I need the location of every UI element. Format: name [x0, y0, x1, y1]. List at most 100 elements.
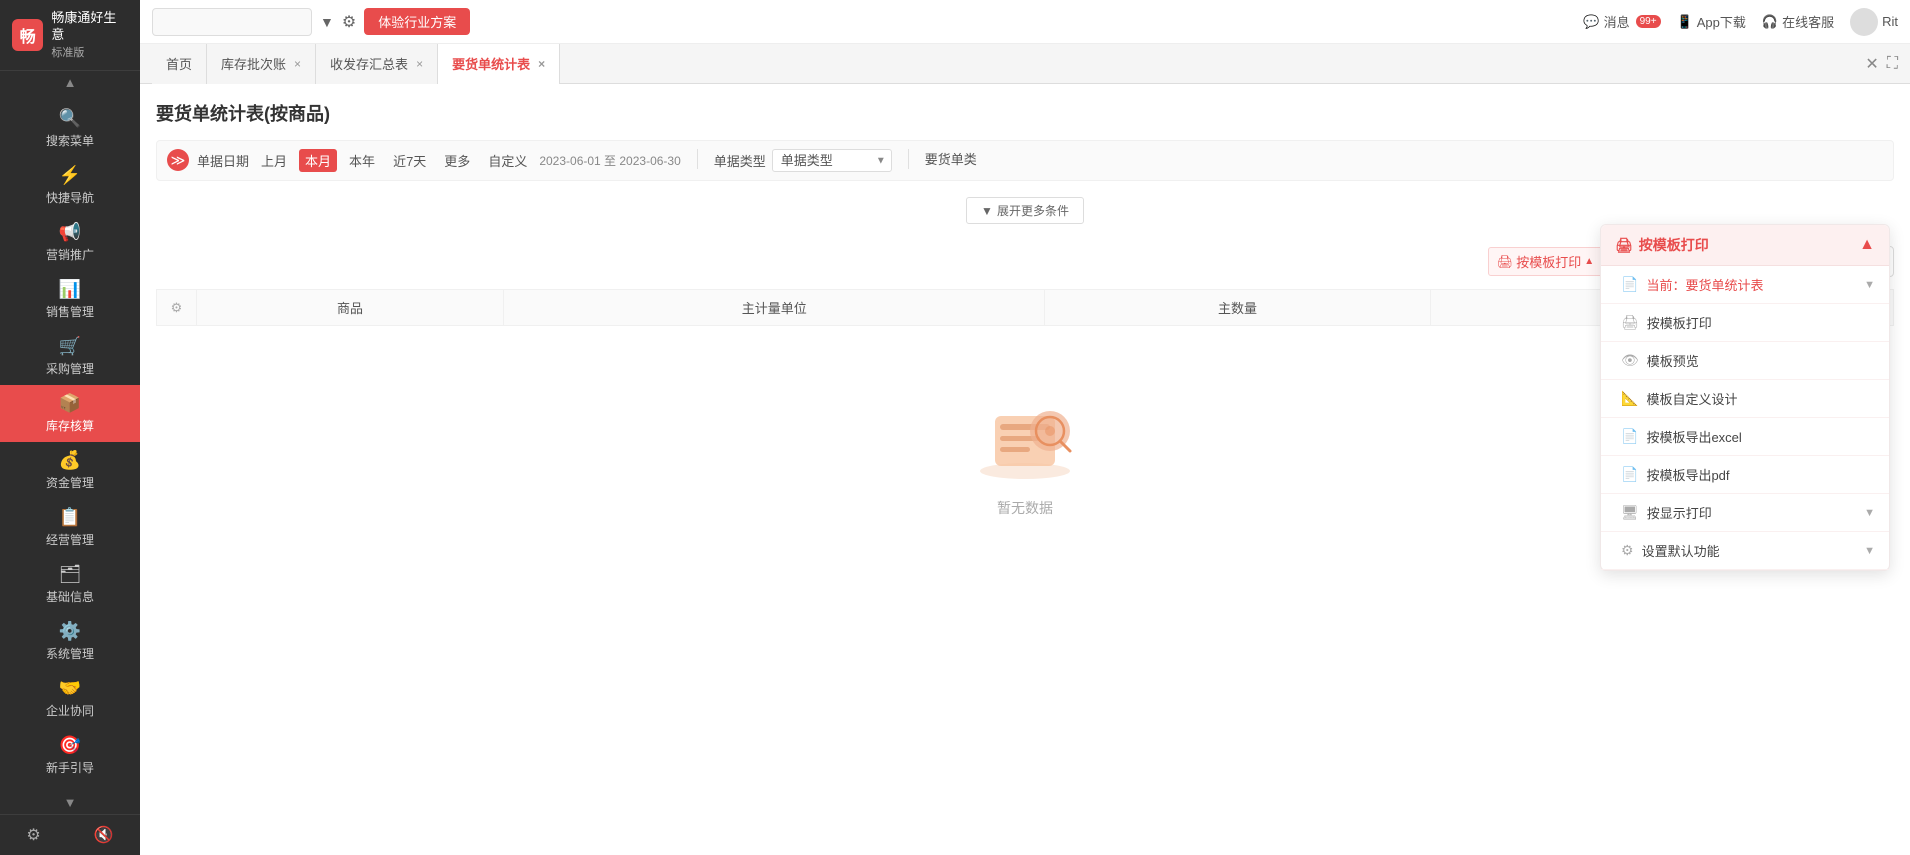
template-excel-icon: 📄 — [1621, 428, 1638, 445]
table-header-quantity: 主数量 — [1045, 290, 1430, 326]
print-dropdown-item-template-print[interactable]: 🖨 按模板打印 — [1601, 304, 1889, 342]
app-name: 畅康通好生意 — [51, 10, 128, 44]
template-print-label: 按模板打印 — [1647, 313, 1712, 332]
expand-more-button[interactable]: ▼ 展开更多条件 — [966, 197, 1084, 224]
sidebar-item-shortcut[interactable]: ⚡ 快捷导航 — [0, 157, 140, 214]
sidebar-scroll-down[interactable]: ▼ — [0, 791, 140, 814]
search-nav-icon: 🔍 — [59, 108, 81, 129]
app-logo: 畅 畅康通好生意 标准版 — [0, 0, 140, 71]
sidebar-item-inventory[interactable]: 📦 库存核算 — [0, 385, 140, 442]
sidebar-item-base[interactable]: 🗂 基础信息 — [0, 556, 140, 613]
base-nav-icon: 🗂 — [59, 564, 82, 585]
template-excel-left: 📄 按模板导出excel — [1621, 427, 1742, 446]
search-dropdown-button[interactable]: ▼ — [320, 14, 334, 30]
print-title-icon: 🖨 — [1615, 237, 1633, 254]
template-custom-icon: 📐 — [1621, 390, 1638, 407]
sidebar-item-appstore[interactable]: 🏪 应用中心 — [0, 784, 140, 791]
sidebar-item-collab[interactable]: 🤝 企业协同 — [0, 670, 140, 727]
print-dropdown-item-template-pdf[interactable]: 📄 按模板导出pdf — [1601, 456, 1889, 494]
tabbar-close-button[interactable]: ✕ — [1865, 54, 1878, 74]
filter-bar: ≫ 单据日期 上月 本月 本年 近7天 更多 自定义 2023-06-01 至 … — [156, 140, 1894, 181]
table-header-unit: 主计量单位 — [503, 290, 1045, 326]
sidebar-bottom: ⚙ 🔇 — [0, 814, 140, 855]
logo-icon: 畅 — [12, 19, 43, 51]
print-dropdown-item-set-default[interactable]: ⚙ 设置默认功能 ▼ — [1601, 532, 1889, 570]
expand-icon: ▼ — [981, 204, 993, 218]
print-dropdown-title: 🖨 按模板打印 — [1615, 235, 1709, 255]
sidebar-item-finance[interactable]: 💰 资金管理 — [0, 442, 140, 499]
sidebar-item-guide[interactable]: 🎯 新手引导 — [0, 727, 140, 784]
sidebar: 畅 畅康通好生意 标准版 ▲ 🔍 搜索菜单 ⚡ 快捷导航 📢 营销推广 📊 销售… — [0, 0, 140, 855]
printer-icon: 🖨 — [1497, 254, 1514, 270]
tab-order-stats-label: 要货单统计表 — [452, 54, 530, 73]
type-select[interactable]: 单据类型 — [772, 149, 892, 172]
yaohuotype-label: 要货单类 — [925, 149, 977, 168]
date-btn-this-year[interactable]: 本年 — [343, 149, 381, 172]
trial-button[interactable]: 体验行业方案 — [364, 8, 470, 35]
search-input[interactable] — [152, 8, 312, 36]
tab-home[interactable]: 首页 — [152, 44, 207, 84]
print-dropdown-item-template-preview[interactable]: 👁 模板预览 — [1601, 342, 1889, 380]
print-dropdown-item-display-print[interactable]: 🖥 按显示打印 ▼ — [1601, 494, 1889, 532]
sidebar-item-label: 系统管理 — [46, 645, 94, 662]
phone-icon: 📱 — [1677, 14, 1693, 30]
sidebar-item-system[interactable]: ⚙️ 系统管理 — [0, 613, 140, 670]
mute-bottom-icon[interactable]: 🔇 — [94, 825, 114, 845]
print-dropdown-item-template-excel[interactable]: 📄 按模板导出excel — [1601, 418, 1889, 456]
template-pdf-left: 📄 按模板导出pdf — [1621, 465, 1730, 484]
main-area: ▼ ⚙ 体验行业方案 💬 消息 99+ 📱 App下载 🎧 在线客服 Rit — [140, 0, 1910, 855]
avatar — [1850, 8, 1878, 36]
sidebar-item-sales[interactable]: 📊 销售管理 — [0, 271, 140, 328]
sidebar-item-label: 快捷导航 — [46, 189, 94, 206]
print-dropdown-current-item[interactable]: 📄 当前：要货单统计表 ▼ — [1601, 266, 1889, 304]
table-header-settings: ⚙ — [157, 290, 197, 326]
system-nav-icon: ⚙️ — [59, 621, 81, 642]
sidebar-nav: 🔍 搜索菜单 ⚡ 快捷导航 📢 营销推广 📊 销售管理 🛒 采购管理 📦 库存核… — [0, 94, 140, 791]
template-pdf-icon: 📄 — [1621, 466, 1638, 483]
expand-more-label: 展开更多条件 — [997, 202, 1069, 219]
template-custom-left: 📐 模板自定义设计 — [1621, 389, 1737, 408]
topbar-gear-button[interactable]: ⚙ — [342, 12, 356, 32]
date-btn-more[interactable]: 更多 — [438, 149, 476, 172]
filter-toggle-button[interactable]: ≫ — [167, 149, 189, 171]
sidebar-item-operation[interactable]: 📋 经营管理 — [0, 499, 140, 556]
sidebar-item-search[interactable]: 🔍 搜索菜单 — [0, 100, 140, 157]
purchase-nav-icon: 🛒 — [59, 336, 81, 357]
topbar: ▼ ⚙ 体验行业方案 💬 消息 99+ 📱 App下载 🎧 在线客服 Rit — [140, 0, 1910, 44]
template-preview-label: 模板预览 — [1647, 351, 1699, 370]
table-settings-icon[interactable]: ⚙ — [171, 300, 183, 315]
tab-receipt-summary[interactable]: 收发存汇总表 × — [316, 44, 438, 84]
type-label: 单据类型 — [714, 151, 766, 170]
date-btn-custom[interactable]: 自定义 — [482, 149, 533, 172]
user-group[interactable]: Rit — [1850, 8, 1898, 36]
print-chevron-icon: ▲ — [1584, 256, 1594, 267]
print-dropdown-close-button[interactable]: ▲ — [1859, 236, 1875, 254]
service-icon: 🎧 — [1762, 14, 1778, 30]
user-name: Rit — [1882, 14, 1898, 29]
tab-receipt-summary-close[interactable]: × — [416, 57, 423, 71]
marketing-nav-icon: 📢 — [59, 222, 81, 243]
date-btn-last-month[interactable]: 上月 — [255, 149, 293, 172]
tabbar-right: ✕ ⛶ — [1865, 54, 1898, 74]
online-service-group[interactable]: 🎧 在线客服 — [1762, 12, 1834, 31]
message-group[interactable]: 💬 消息 99+ — [1583, 12, 1660, 31]
sidebar-item-purchase[interactable]: 🛒 采购管理 — [0, 328, 140, 385]
collab-nav-icon: 🤝 — [59, 678, 81, 699]
tab-inventory-batch-close[interactable]: × — [294, 57, 301, 71]
sidebar-scroll-up[interactable]: ▲ — [0, 71, 140, 94]
tabbar-expand-button[interactable]: ⛶ — [1887, 55, 1898, 73]
date-btn-this-month[interactable]: 本月 — [299, 149, 337, 172]
date-btn-7days[interactable]: 近7天 — [387, 149, 432, 172]
sidebar-item-marketing[interactable]: 📢 营销推广 — [0, 214, 140, 271]
sidebar-item-label: 采购管理 — [46, 360, 94, 377]
settings-bottom-icon[interactable]: ⚙ — [26, 825, 40, 845]
tab-order-stats-close[interactable]: × — [538, 57, 545, 71]
tab-order-stats[interactable]: 要货单统计表 × — [438, 44, 560, 84]
tab-inventory-batch[interactable]: 库存批次账 × — [207, 44, 316, 84]
print-dropdown-item-template-custom[interactable]: 📐 模板自定义设计 — [1601, 380, 1889, 418]
app-download-group[interactable]: 📱 App下载 — [1677, 12, 1746, 31]
print-template-button[interactable]: 🖨 按模板打印 ▲ — [1488, 247, 1603, 276]
sidebar-item-label: 搜索菜单 — [46, 132, 94, 149]
template-custom-label: 模板自定义设计 — [1646, 389, 1737, 408]
set-default-chevron-icon: ▼ — [1864, 545, 1875, 557]
